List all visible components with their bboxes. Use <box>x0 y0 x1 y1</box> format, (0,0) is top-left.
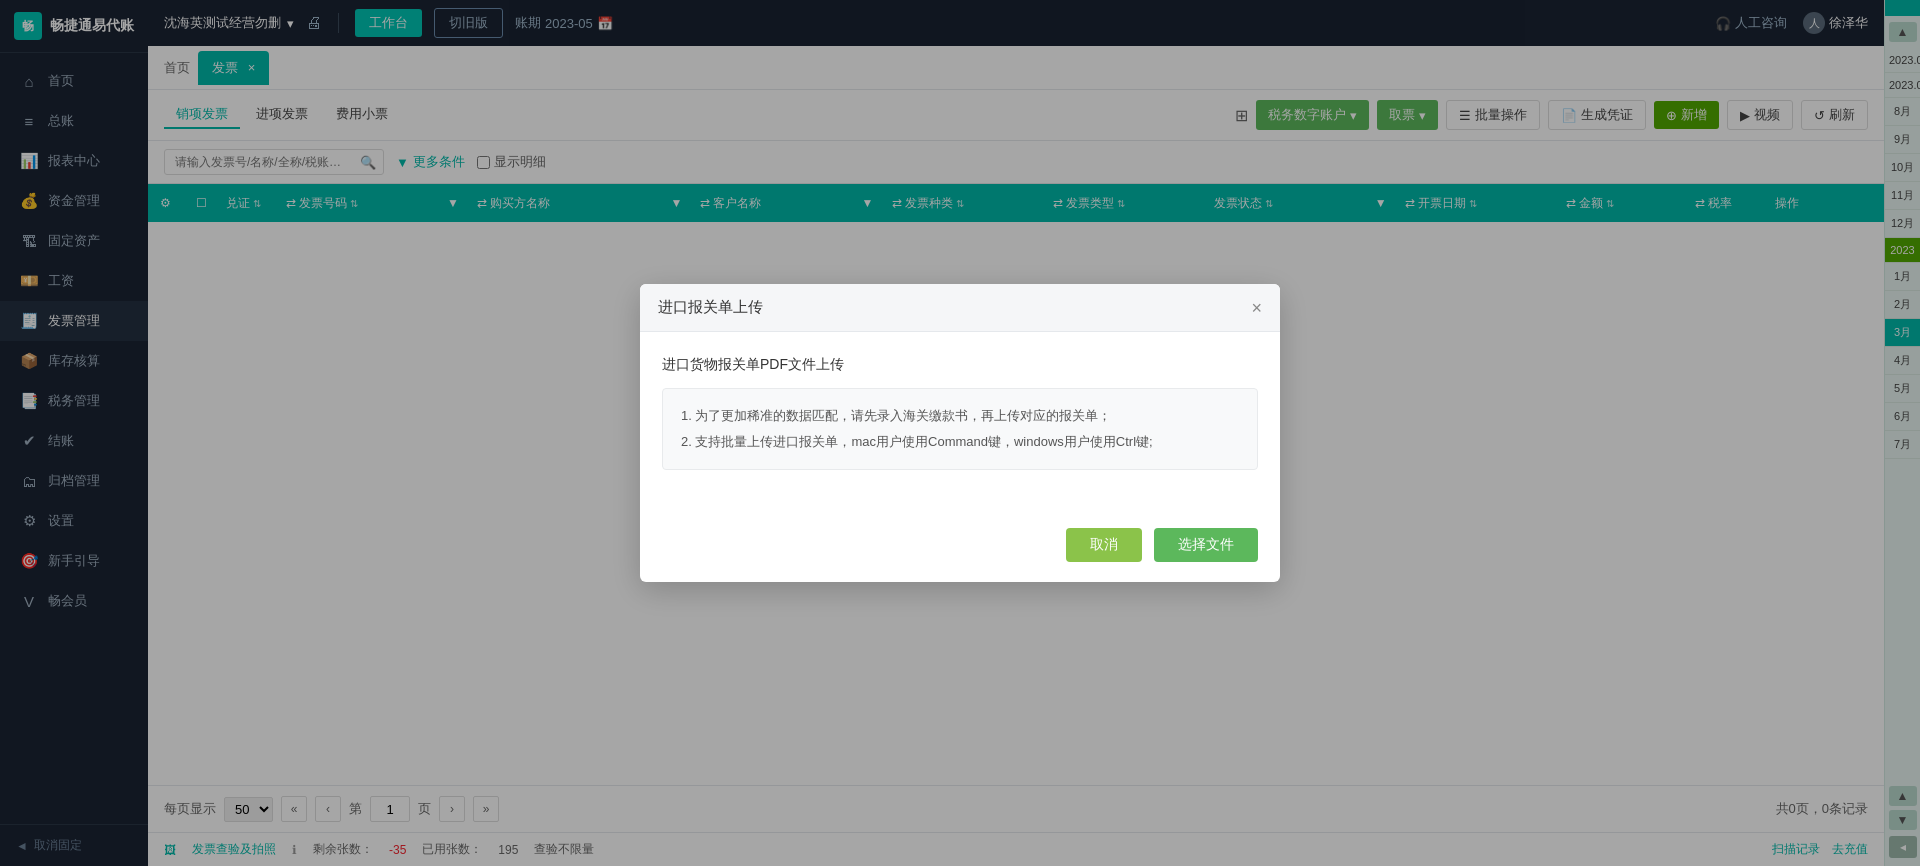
modal-cancel-button[interactable]: 取消 <box>1066 528 1142 562</box>
upload-section-title: 进口货物报关单PDF文件上传 <box>662 356 1258 374</box>
notice-text-1: 1. 为了更加稀准的数据匹配，请先录入海关缴款书，再上传对应的报关单； <box>681 403 1111 429</box>
modal-overlay: 进口报关单上传 × 进口货物报关单PDF文件上传 1. 为了更加稀准的数据匹配，… <box>0 0 1920 866</box>
notice-text-2: 2. 支持批量上传进口报关单，mac用户使用Command键，windows用户… <box>681 429 1153 455</box>
notice-box: 1. 为了更加稀准的数据匹配，请先录入海关缴款书，再上传对应的报关单； 2. 支… <box>662 388 1258 470</box>
modal-footer: 取消 选择文件 <box>640 514 1280 582</box>
notice-item-1: 1. 为了更加稀准的数据匹配，请先录入海关缴款书，再上传对应的报关单； <box>681 403 1239 429</box>
modal-body: 进口货物报关单PDF文件上传 1. 为了更加稀准的数据匹配，请先录入海关缴款书，… <box>640 332 1280 514</box>
modal-close-button[interactable]: × <box>1251 299 1262 317</box>
import-customs-modal: 进口报关单上传 × 进口货物报关单PDF文件上传 1. 为了更加稀准的数据匹配，… <box>640 284 1280 582</box>
modal-header: 进口报关单上传 × <box>640 284 1280 332</box>
modal-title: 进口报关单上传 <box>658 298 763 317</box>
notice-item-2: 2. 支持批量上传进口报关单，mac用户使用Command键，windows用户… <box>681 429 1239 455</box>
select-file-button[interactable]: 选择文件 <box>1154 528 1258 562</box>
